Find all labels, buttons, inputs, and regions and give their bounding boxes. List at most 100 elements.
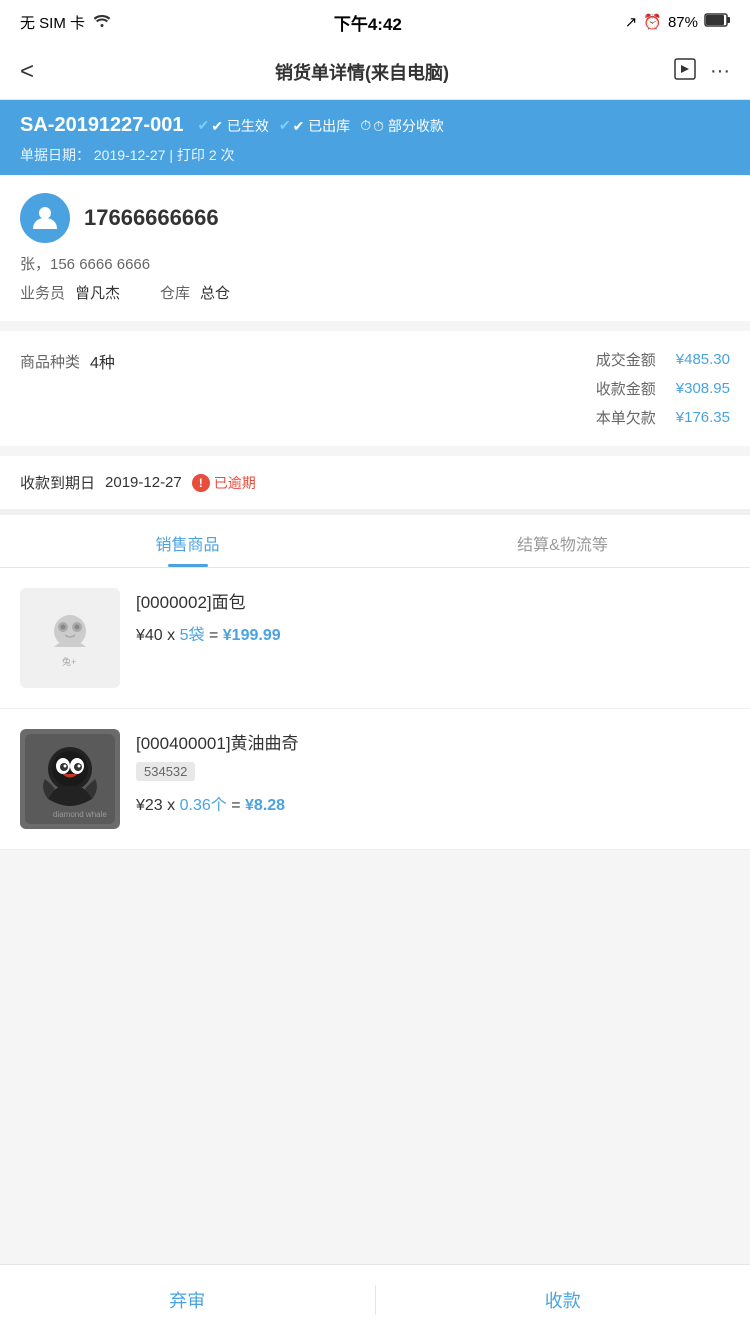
battery-icon xyxy=(704,13,730,31)
nav-title: 销货单详情(来自电脑) xyxy=(50,59,674,85)
avatar xyxy=(20,193,70,243)
svg-text:兔+: 兔+ xyxy=(62,656,76,667)
product-sku-2: 534532 xyxy=(136,762,195,781)
due-label: 收款到期日 xyxy=(20,472,95,493)
due-date-value: 2019-12-27 xyxy=(105,474,182,491)
received-row: 收款金额 ¥308.95 xyxy=(596,378,730,399)
tab-products-label: 销售商品 xyxy=(155,537,219,554)
warehouse-item: 仓库 总仓 xyxy=(160,282,230,303)
warehouse-label: 仓库 xyxy=(160,282,190,303)
price-eq-1: = xyxy=(209,627,223,644)
product-name-1: [0000002]面包 xyxy=(136,588,730,613)
tab-products[interactable]: 销售商品 xyxy=(0,515,375,567)
product-name-2: [000400001]黄油曲奇 xyxy=(136,729,730,754)
badge-shipped-label: ✔ 已出库 xyxy=(293,116,351,136)
wifi-icon xyxy=(93,13,111,31)
overdue-icon: ! xyxy=(192,474,210,492)
product-info-2: [000400001]黄油曲奇 534532 ¥23 x 0.36个 = ¥8.… xyxy=(136,729,730,815)
date-label: 单据日期： xyxy=(20,147,90,163)
price-total-2: ¥8.28 xyxy=(245,797,285,814)
salesperson-label: 业务员 xyxy=(20,282,65,303)
summary-section: 商品种类 4种 成交金额 ¥485.30 收款金额 ¥308.95 本单欠款 ¥… xyxy=(0,331,750,446)
battery-text: 87% xyxy=(668,14,698,31)
product-thumb-1: 兔+ xyxy=(20,588,120,688)
location-icon: ↗ xyxy=(625,13,638,31)
badge-effective: ✔ ✔ 已生效 xyxy=(197,116,268,136)
print-info: | 打印 2 次 xyxy=(169,147,234,163)
badge-effective-label: ✔ 已生效 xyxy=(211,116,269,136)
nav-bar: < 销货单详情(来自电脑) ··· xyxy=(0,44,750,100)
deal-amount-label: 成交金额 xyxy=(596,349,656,370)
badge-partial-label: ⏱ 部分收款 xyxy=(373,116,444,136)
back-button[interactable]: < xyxy=(20,58,34,86)
check-icon-2: ✔ xyxy=(279,117,291,134)
price-x-1: x xyxy=(167,627,179,644)
price-total-1: ¥199.99 xyxy=(223,627,281,644)
order-date: 单据日期： 2019-12-27 | 打印 2 次 xyxy=(20,145,730,165)
price-eq-2: = xyxy=(231,797,245,814)
product-list: 兔+ [0000002]面包 ¥40 x 5袋 = ¥199.99 xyxy=(0,568,750,850)
price-unit-1: ¥40 xyxy=(136,627,163,644)
check-icon-1: ✔ xyxy=(197,117,209,134)
overdue-badge: ! 已逾期 xyxy=(192,473,256,493)
badge-shipped: ✔ ✔ 已出库 xyxy=(279,116,350,136)
due-section: 收款到期日 2019-12-27 ! 已逾期 xyxy=(0,456,750,515)
salesperson-value: 曾凡杰 xyxy=(75,282,120,303)
tabs: 销售商品 结算&物流等 xyxy=(0,515,750,568)
tab-settlement[interactable]: 结算&物流等 xyxy=(375,515,750,567)
overdue-label: 已逾期 xyxy=(214,473,256,493)
price-x-2: x xyxy=(167,797,179,814)
summary-right: 成交金额 ¥485.30 收款金额 ¥308.95 本单欠款 ¥176.35 xyxy=(596,349,730,428)
clock-icon: ⏱ xyxy=(360,117,371,134)
price-unit-2: ¥23 xyxy=(136,797,163,814)
deal-amount-value: ¥485.30 xyxy=(676,351,730,368)
table-row: 兔+ [0000002]面包 ¥40 x 5袋 = ¥199.99 xyxy=(0,568,750,709)
category-label: 商品种类 xyxy=(20,351,80,372)
category-value: 4种 xyxy=(90,349,115,373)
status-time: 下午4:42 xyxy=(334,10,402,35)
product-price-2: ¥23 x 0.36个 = ¥8.28 xyxy=(136,791,730,815)
warehouse-value: 总仓 xyxy=(200,282,230,303)
customer-sub: 张，156 6666 6666 xyxy=(20,253,730,274)
table-row: diamond whale [000400001]黄油曲奇 534532 ¥23… xyxy=(0,709,750,850)
customer-section: 17666666666 张，156 6666 6666 业务员 曾凡杰 仓库 总… xyxy=(0,175,750,321)
summary-left: 商品种类 4种 xyxy=(20,349,115,373)
status-left: 无 SIM 卡 xyxy=(20,12,111,33)
tab-settlement-label: 结算&物流等 xyxy=(517,537,608,554)
date-value: 2019-12-27 xyxy=(94,147,166,163)
nav-actions: ··· xyxy=(674,58,730,86)
confirm-button[interactable]: 收款 xyxy=(376,1265,750,1334)
order-id: SA-20191227-001 xyxy=(20,114,183,137)
order-header-row1: SA-20191227-001 ✔ ✔ 已生效 ✔ ✔ 已出库 ⏱ ⏱ 部分收款 xyxy=(20,114,730,137)
bottom-bar: 弃审 收款 xyxy=(0,1264,750,1334)
status-right: ↗ ⏰ 87% xyxy=(625,13,730,31)
cancel-button[interactable]: 弃审 xyxy=(0,1265,375,1334)
svg-text:diamond whale: diamond whale xyxy=(53,810,107,819)
share-icon[interactable] xyxy=(674,58,696,86)
price-qty-1: 5袋 xyxy=(180,627,205,644)
status-bar: 无 SIM 卡 下午4:42 ↗ ⏰ 87% xyxy=(0,0,750,44)
product-price-1: ¥40 x 5袋 = ¥199.99 xyxy=(136,621,730,645)
owed-value: ¥176.35 xyxy=(676,409,730,426)
status-badges: ✔ ✔ 已生效 ✔ ✔ 已出库 ⏱ ⏱ 部分收款 xyxy=(197,116,443,136)
received-value: ¥308.95 xyxy=(676,380,730,397)
customer-row: 17666666666 xyxy=(20,193,730,243)
product-info-1: [0000002]面包 ¥40 x 5袋 = ¥199.99 xyxy=(136,588,730,645)
category-row: 商品种类 4种 xyxy=(20,349,115,373)
received-label: 收款金额 xyxy=(596,378,656,399)
owed-label: 本单欠款 xyxy=(596,407,656,428)
customer-id: 17666666666 xyxy=(84,205,219,231)
cancel-label: 弃审 xyxy=(169,1287,205,1313)
product-thumb-2: diamond whale xyxy=(20,729,120,829)
alarm-icon: ⏰ xyxy=(643,13,662,31)
price-qty-2: 0.36个 xyxy=(180,797,227,814)
carrier-text: 无 SIM 卡 xyxy=(20,12,85,33)
badge-partial-payment: ⏱ ⏱ 部分收款 xyxy=(360,116,444,136)
customer-meta: 业务员 曾凡杰 仓库 总仓 xyxy=(20,282,730,303)
deal-amount-row: 成交金额 ¥485.30 xyxy=(596,349,730,370)
owed-row: 本单欠款 ¥176.35 xyxy=(596,407,730,428)
salesperson-item: 业务员 曾凡杰 xyxy=(20,282,120,303)
order-header: SA-20191227-001 ✔ ✔ 已生效 ✔ ✔ 已出库 ⏱ ⏱ 部分收款… xyxy=(0,100,750,175)
more-icon[interactable]: ··· xyxy=(710,60,730,83)
confirm-label: 收款 xyxy=(545,1287,581,1313)
